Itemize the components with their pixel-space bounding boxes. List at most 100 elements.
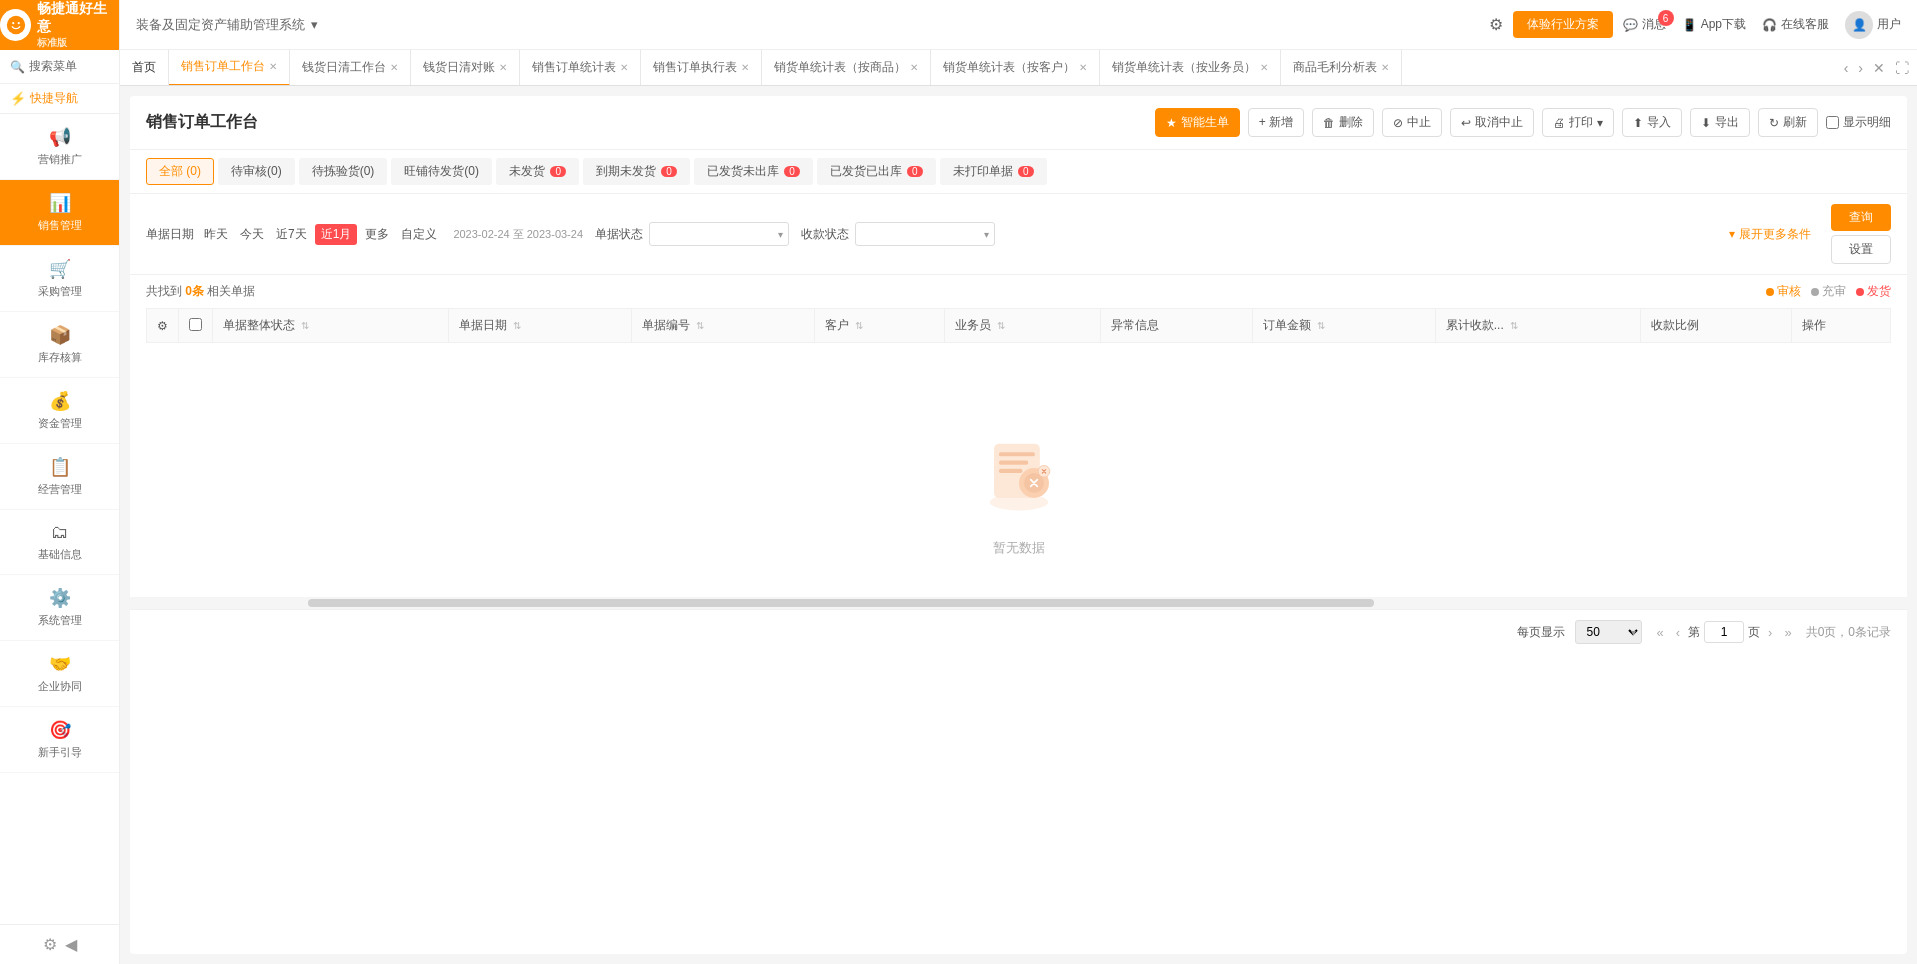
filter-tab-wangpu[interactable]: 旺铺待发货(0) bbox=[391, 158, 492, 185]
quick-nav-text[interactable]: 快捷导航 bbox=[30, 90, 78, 107]
filter-tab-overdue-not-shipped[interactable]: 到期未发货 0 bbox=[583, 158, 690, 185]
sidebar-item-guide[interactable]: 🎯 新手引导 bbox=[0, 707, 119, 773]
sidebar-item-finance[interactable]: 💰 资金管理 bbox=[0, 378, 119, 444]
new-btn[interactable]: + 新增 bbox=[1248, 108, 1304, 137]
filter-tab-pending-review[interactable]: 待审核(0) bbox=[218, 158, 295, 185]
page-prev-btn[interactable]: ‹ bbox=[1672, 623, 1684, 642]
summary-text: 共找到 0条 相关单据 bbox=[146, 283, 255, 300]
user-menu[interactable]: 👤 用户 bbox=[1845, 11, 1901, 39]
close-tab-icon[interactable]: ✕ bbox=[1079, 62, 1087, 73]
col-checkbox-header[interactable] bbox=[179, 309, 213, 343]
status-select[interactable] bbox=[649, 222, 789, 246]
tab-gross-margin[interactable]: 商品毛利分析表 ✕ bbox=[1281, 50, 1402, 86]
export-btn[interactable]: ⬇ 导出 bbox=[1690, 108, 1750, 137]
export-icon: ⬇ bbox=[1701, 116, 1711, 130]
review-action-btn[interactable]: 审核 bbox=[1766, 283, 1801, 300]
filter-tab-shipped-out[interactable]: 已发货已出库 0 bbox=[817, 158, 936, 185]
tab-fullscreen-icon[interactable]: ⛶ bbox=[1891, 56, 1913, 80]
tab-sales-workbench[interactable]: 销售订单工作台 ✕ bbox=[169, 50, 290, 86]
tab-prev-icon[interactable]: ‹ bbox=[1840, 56, 1853, 80]
stop-btn[interactable]: ⊘ 中止 bbox=[1382, 108, 1442, 137]
sort-number-icon[interactable]: ⇅ bbox=[696, 320, 704, 331]
sidebar-item-marketing[interactable]: 📢 营销推广 bbox=[0, 114, 119, 180]
filter-tab-shipped-not-out[interactable]: 已发货未出库 0 bbox=[694, 158, 813, 185]
filter-tab-not-shipped[interactable]: 未发货 0 bbox=[496, 158, 579, 185]
delete-btn[interactable]: 🗑 删除 bbox=[1312, 108, 1374, 137]
select-all-checkbox[interactable] bbox=[189, 318, 202, 331]
sort-staff-icon[interactable]: ⇅ bbox=[997, 320, 1005, 331]
close-tab-icon[interactable]: ✕ bbox=[1260, 62, 1268, 73]
scroll-thumb[interactable] bbox=[308, 599, 1374, 607]
close-tab-icon[interactable]: ✕ bbox=[910, 62, 918, 73]
query-btn[interactable]: 查询 bbox=[1831, 204, 1891, 231]
date-opt-today[interactable]: 今天 bbox=[236, 224, 268, 245]
ship-action-btn[interactable]: 发货 bbox=[1856, 283, 1891, 300]
filter-tab-pending-inspect[interactable]: 待拣验货(0) bbox=[299, 158, 388, 185]
page-size-select[interactable]: 50 10 20 100 bbox=[1575, 620, 1642, 644]
deduct-action-btn[interactable]: 充审 bbox=[1811, 283, 1846, 300]
tab-close-all-icon[interactable]: ✕ bbox=[1869, 56, 1889, 80]
close-tab-icon[interactable]: ✕ bbox=[269, 61, 277, 72]
show-detail-checkbox-wrap[interactable]: 显示明细 bbox=[1826, 114, 1891, 131]
filter-tab-not-printed[interactable]: 未打印单据 0 bbox=[940, 158, 1047, 185]
page-number-input[interactable] bbox=[1704, 621, 1744, 643]
tab-cash-reconcile[interactable]: 钱货日清对账 ✕ bbox=[411, 50, 520, 86]
sort-date-icon[interactable]: ⇅ bbox=[513, 320, 521, 331]
search-menu[interactable]: 🔍 搜索菜单 bbox=[0, 50, 119, 84]
tab-sales-staff-stats[interactable]: 销货单统计表（按业务员） ✕ bbox=[1100, 50, 1281, 86]
page-first-btn[interactable]: « bbox=[1652, 623, 1667, 642]
sidebar-item-operations[interactable]: 📋 经营管理 bbox=[0, 444, 119, 510]
topbar-settings-icon[interactable]: ⚙ bbox=[1489, 15, 1503, 34]
refresh-btn[interactable]: ↻ 刷新 bbox=[1758, 108, 1818, 137]
tab-sales-product-stats[interactable]: 销货单统计表（按商品） ✕ bbox=[762, 50, 931, 86]
sidebar-item-purchase[interactable]: 🛒 采购管理 bbox=[0, 246, 119, 312]
tab-sales-stats[interactable]: 销售订单统计表 ✕ bbox=[520, 50, 641, 86]
sort-amount-icon[interactable]: ⇅ bbox=[1317, 320, 1325, 331]
system-dropdown[interactable]: ▾ bbox=[311, 17, 318, 32]
date-opt-1month[interactable]: 近1月 bbox=[315, 224, 358, 245]
tab-home[interactable]: 首页 bbox=[120, 50, 169, 86]
app-download-btn[interactable]: 📱 App下载 bbox=[1682, 16, 1746, 33]
expand-conditions-btn[interactable]: ▾ 展开更多条件 bbox=[1729, 226, 1811, 243]
horizontal-scrollbar[interactable] bbox=[130, 597, 1907, 609]
print-btn[interactable]: 🖨 打印 ▾ bbox=[1542, 108, 1614, 137]
experience-btn[interactable]: 体验行业方案 bbox=[1513, 11, 1613, 38]
sort-collected-icon[interactable]: ⇅ bbox=[1510, 320, 1518, 331]
filter-tab-all[interactable]: 全部 (0) bbox=[146, 158, 214, 185]
message-btn[interactable]: 💬 消息 6 bbox=[1623, 16, 1666, 33]
sidebar-item-system[interactable]: ⚙️ 系统管理 bbox=[0, 575, 119, 641]
sort-status-icon[interactable]: ⇅ bbox=[301, 320, 309, 331]
settings-btn[interactable]: 设置 bbox=[1831, 235, 1891, 264]
sidebar-item-sales[interactable]: 📊 销售管理 bbox=[0, 180, 119, 246]
tab-cash-daily[interactable]: 钱货日清工作台 ✕ bbox=[290, 50, 411, 86]
date-opt-more[interactable]: 更多 bbox=[361, 224, 393, 245]
tab-sales-exec[interactable]: 销售订单执行表 ✕ bbox=[641, 50, 762, 86]
settings-bottom-icon[interactable]: ⚙ bbox=[43, 935, 57, 954]
date-opt-yesterday[interactable]: 昨天 bbox=[200, 224, 232, 245]
collapse-icon[interactable]: ◀ bbox=[65, 935, 77, 954]
sidebar-item-label: 企业协同 bbox=[38, 679, 82, 694]
sort-customer-icon[interactable]: ⇅ bbox=[855, 320, 863, 331]
close-tab-icon[interactable]: ✕ bbox=[620, 62, 628, 73]
page-next-btn[interactable]: › bbox=[1764, 623, 1776, 642]
close-tab-icon[interactable]: ✕ bbox=[390, 62, 398, 73]
date-opt-7days[interactable]: 近7天 bbox=[272, 224, 311, 245]
import-btn[interactable]: ⬆ 导入 bbox=[1622, 108, 1682, 137]
online-service-btn[interactable]: 🎧 在线客服 bbox=[1762, 16, 1829, 33]
sidebar-item-inventory[interactable]: 📦 库存核算 bbox=[0, 312, 119, 378]
sidebar-item-enterprise[interactable]: 🤝 企业协同 bbox=[0, 641, 119, 707]
collect-select[interactable] bbox=[855, 222, 995, 246]
smart-create-btn[interactable]: ★ 智能生单 bbox=[1155, 108, 1240, 137]
show-detail-checkbox[interactable] bbox=[1826, 116, 1839, 129]
cancel-stop-btn[interactable]: ↩ 取消中止 bbox=[1450, 108, 1534, 137]
page-last-btn[interactable]: » bbox=[1780, 623, 1795, 642]
tab-sales-customer-stats[interactable]: 销货单统计表（按客户） ✕ bbox=[931, 50, 1100, 86]
date-opt-custom[interactable]: 自定义 bbox=[397, 224, 441, 245]
close-tab-icon[interactable]: ✕ bbox=[741, 62, 749, 73]
tab-next-icon[interactable]: › bbox=[1854, 56, 1867, 80]
close-tab-icon[interactable]: ✕ bbox=[1381, 62, 1389, 73]
quick-nav-label[interactable]: ⚡ bbox=[10, 91, 26, 106]
col-settings-header[interactable]: ⚙ bbox=[147, 309, 179, 343]
close-tab-icon[interactable]: ✕ bbox=[499, 62, 507, 73]
sidebar-item-basic-info[interactable]: 🗂 基础信息 bbox=[0, 510, 119, 575]
